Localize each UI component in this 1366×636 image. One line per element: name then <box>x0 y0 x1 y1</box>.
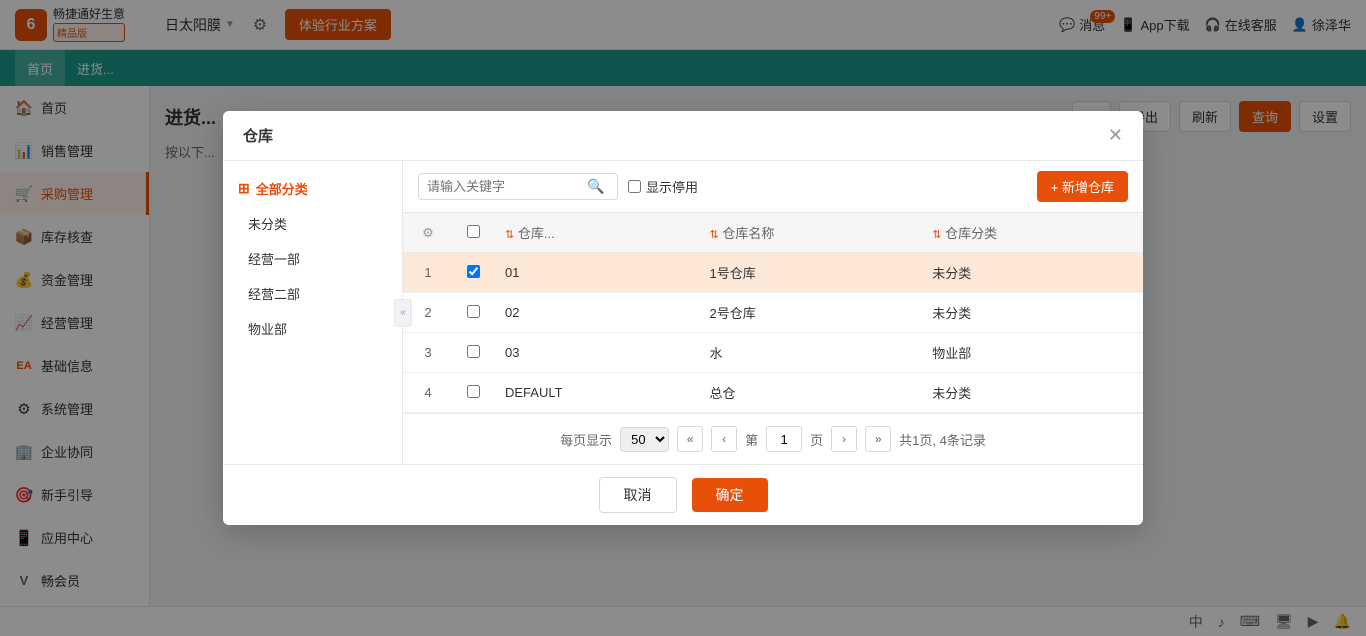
table-header-row: ⚙ ⇅ 仓库... ⇅ 仓库名称 <box>403 213 1143 253</box>
warehouse-modal: 仓库 ✕ ⊞ 全部分类 未分类 经营一部 经营二部 <box>223 111 1143 525</box>
row-checkbox-cell[interactable] <box>453 253 493 293</box>
row-code: 03 <box>493 333 697 373</box>
row-code: 01 <box>493 253 697 293</box>
modal-body: ⊞ 全部分类 未分类 经营一部 经营二部 物业部 « <box>223 161 1143 464</box>
category-item-ops1[interactable]: 经营一部 <box>223 241 402 276</box>
row-index: 3 <box>403 333 453 373</box>
row-code: DEFAULT <box>493 373 697 413</box>
row-code: 02 <box>493 293 697 333</box>
row-index: 4 <box>403 373 453 413</box>
row-checkbox[interactable] <box>467 265 480 278</box>
category-item-unclassified[interactable]: 未分类 <box>223 206 402 241</box>
content-panel: 🔍 显示停用 + 新增仓库 ⚙ <box>403 161 1143 464</box>
confirm-button[interactable]: 确定 <box>692 478 768 512</box>
row-name: 总仓 <box>697 373 920 413</box>
show-disabled-checkbox[interactable] <box>628 180 641 193</box>
row-checkbox[interactable] <box>467 385 480 398</box>
modal-overlay: 仓库 ✕ ⊞ 全部分类 未分类 经营一部 经营二部 <box>0 0 1366 636</box>
table-header-code: ⇅ 仓库... <box>493 213 697 253</box>
prev-page-button[interactable]: ‹ <box>711 426 737 452</box>
cancel-button[interactable]: 取消 <box>599 477 677 513</box>
row-checkbox-cell[interactable] <box>453 373 493 413</box>
per-page-select[interactable]: 50 <box>620 427 669 452</box>
first-page-button[interactable]: « <box>677 426 703 452</box>
row-checkbox[interactable] <box>467 305 480 318</box>
category-item-property[interactable]: 物业部 <box>223 311 402 346</box>
page-prefix-label: 第 <box>745 430 758 449</box>
row-index: 1 <box>403 253 453 293</box>
modal-footer: 取消 确定 <box>223 464 1143 525</box>
row-category: 未分类 <box>920 293 1143 333</box>
modal-title: 仓库 <box>243 125 273 146</box>
sort-icon-category: ⇅ <box>932 229 941 241</box>
page-suffix-label: 页 <box>810 430 823 449</box>
all-categories-label: 全部分类 <box>256 179 308 198</box>
sort-icon-name: ⇅ <box>709 229 718 241</box>
search-row: 🔍 显示停用 <box>418 173 698 200</box>
search-box: 🔍 <box>418 173 618 200</box>
pagination: 每页显示 50 « ‹ 第 页 › » 共1页, 4条记录 <box>403 413 1143 464</box>
category-item-ops2[interactable]: 经营二部 <box>223 276 402 311</box>
row-name: 水 <box>697 333 920 373</box>
row-checkbox-cell[interactable] <box>453 293 493 333</box>
grid-icon: ⊞ <box>238 180 250 197</box>
table-row[interactable]: 4 DEFAULT 总仓 未分类 <box>403 373 1143 413</box>
row-checkbox[interactable] <box>467 345 480 358</box>
data-table: ⚙ ⇅ 仓库... ⇅ 仓库名称 <box>403 213 1143 413</box>
last-page-button[interactable]: » <box>865 426 891 452</box>
table-row[interactable]: 2 02 2号仓库 未分类 <box>403 293 1143 333</box>
table-header-settings[interactable]: ⚙ <box>403 213 453 253</box>
table-header-checkbox <box>453 213 493 253</box>
table-row[interactable]: 3 03 水 物业部 <box>403 333 1143 373</box>
sort-icon-code: ⇅ <box>505 229 514 241</box>
next-page-button[interactable]: › <box>831 426 857 452</box>
show-disabled-label[interactable]: 显示停用 <box>628 177 698 196</box>
row-category: 未分类 <box>920 253 1143 293</box>
row-name: 1号仓库 <box>697 253 920 293</box>
table-header-category: ⇅ 仓库分类 <box>920 213 1143 253</box>
table-header-name: ⇅ 仓库名称 <box>697 213 920 253</box>
row-category: 物业部 <box>920 333 1143 373</box>
page-input[interactable] <box>766 426 802 452</box>
search-input[interactable] <box>427 179 587 194</box>
row-name: 2号仓库 <box>697 293 920 333</box>
per-page-label: 每页显示 <box>560 430 612 449</box>
search-icon[interactable]: 🔍 <box>587 178 604 195</box>
collapse-button[interactable]: « <box>394 299 412 327</box>
modal-header: 仓库 ✕ <box>223 111 1143 161</box>
row-category: 未分类 <box>920 373 1143 413</box>
category-panel: ⊞ 全部分类 未分类 经营一部 经营二部 物业部 « <box>223 161 403 464</box>
row-checkbox-cell[interactable] <box>453 333 493 373</box>
total-info: 共1页, 4条记录 <box>899 430 986 449</box>
select-all-checkbox[interactable] <box>467 225 480 238</box>
all-categories-item[interactable]: ⊞ 全部分类 <box>223 171 402 206</box>
table-row[interactable]: 1 01 1号仓库 未分类 <box>403 253 1143 293</box>
table-body: 1 01 1号仓库 未分类 2 02 2号仓库 未分类 3 03 水 物业部 4… <box>403 253 1143 413</box>
add-warehouse-button[interactable]: + 新增仓库 <box>1037 171 1128 202</box>
warehouse-table: ⚙ ⇅ 仓库... ⇅ 仓库名称 <box>403 213 1143 413</box>
modal-close-button[interactable]: ✕ <box>1108 125 1123 146</box>
content-toolbar: 🔍 显示停用 + 新增仓库 <box>403 161 1143 213</box>
